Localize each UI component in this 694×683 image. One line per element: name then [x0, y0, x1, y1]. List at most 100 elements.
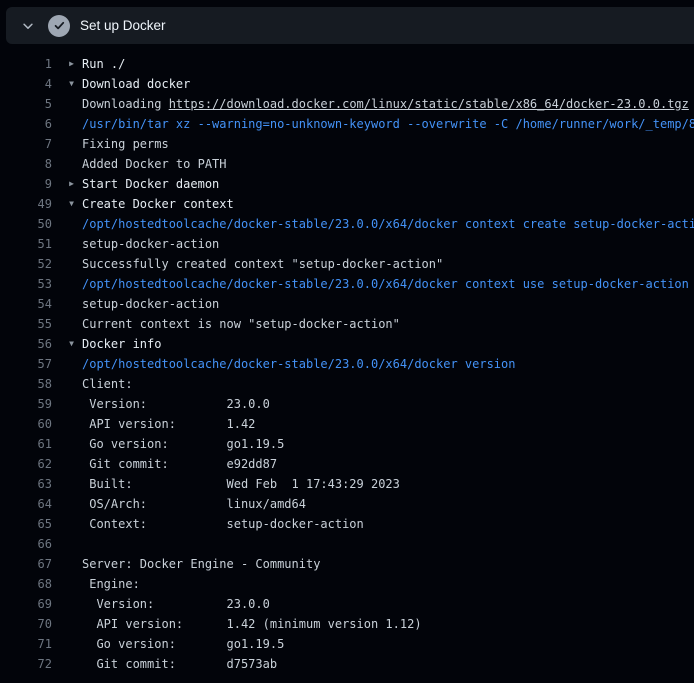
- log-line: 52 Successfully created context "setup-d…: [0, 254, 694, 274]
- group-toggle-icon: [52, 214, 82, 234]
- line-number[interactable]: 66: [0, 534, 52, 554]
- line-number[interactable]: 49: [0, 194, 52, 214]
- log-link[interactable]: https://download.docker.com/linux/static…: [169, 94, 689, 114]
- log-text: Go version: go1.19.5: [82, 434, 284, 454]
- group-toggle-icon[interactable]: ▶: [52, 174, 82, 194]
- log-text: Docker info: [82, 334, 161, 354]
- line-number[interactable]: 68: [0, 574, 52, 594]
- group-toggle-icon: [52, 574, 82, 594]
- group-toggle-icon: [52, 134, 82, 154]
- log-line: 8 Added Docker to PATH: [0, 154, 694, 174]
- line-number[interactable]: 55: [0, 314, 52, 334]
- log-text: setup-docker-action: [82, 234, 219, 254]
- group-toggle-icon: [52, 394, 82, 414]
- group-toggle-icon: [52, 514, 82, 534]
- log-text: API version: 1.42 (minimum version 1.12): [82, 614, 422, 634]
- log-line: 72 Git commit: d7573ab: [0, 654, 694, 674]
- line-number[interactable]: 63: [0, 474, 52, 494]
- line-number[interactable]: 70: [0, 614, 52, 634]
- line-number[interactable]: 61: [0, 434, 52, 454]
- group-toggle-icon: [52, 234, 82, 254]
- log-line[interactable]: 4 ▼ Download docker: [0, 74, 694, 94]
- group-toggle-icon: [52, 654, 82, 674]
- group-toggle-icon: [52, 614, 82, 634]
- log-line: 51 setup-docker-action: [0, 234, 694, 254]
- line-number[interactable]: 9: [0, 174, 52, 194]
- log-text: Run ./: [82, 54, 125, 74]
- group-toggle-icon[interactable]: ▼: [52, 194, 82, 214]
- group-toggle-icon[interactable]: ▼: [52, 74, 82, 94]
- group-toggle-icon: [52, 314, 82, 334]
- group-toggle-icon: [52, 494, 82, 514]
- line-number[interactable]: 53: [0, 274, 52, 294]
- log-line: 67 Server: Docker Engine - Community: [0, 554, 694, 574]
- log-line: 63 Built: Wed Feb 1 17:43:29 2023: [0, 474, 694, 494]
- line-number[interactable]: 64: [0, 494, 52, 514]
- log-text: /opt/hostedtoolcache/docker-stable/23.0.…: [82, 214, 694, 234]
- line-number[interactable]: 5: [0, 94, 52, 114]
- log-line: 61 Go version: go1.19.5: [0, 434, 694, 454]
- log-line[interactable]: 9 ▶ Start Docker daemon: [0, 174, 694, 194]
- log-line: 53 /opt/hostedtoolcache/docker-stable/23…: [0, 274, 694, 294]
- log-line: 57 /opt/hostedtoolcache/docker-stable/23…: [0, 354, 694, 374]
- group-toggle-icon: [52, 354, 82, 374]
- group-toggle-icon: [52, 454, 82, 474]
- line-number[interactable]: 56: [0, 334, 52, 354]
- group-toggle-icon[interactable]: ▶: [52, 54, 82, 74]
- log-text: /opt/hostedtoolcache/docker-stable/23.0.…: [82, 274, 689, 294]
- line-number[interactable]: 71: [0, 634, 52, 654]
- log-text: setup-docker-action: [82, 294, 219, 314]
- log-text: Built: Wed Feb 1 17:43:29 2023: [82, 474, 400, 494]
- line-number[interactable]: 50: [0, 214, 52, 234]
- log-line[interactable]: 1 ▶ Run ./: [0, 54, 694, 74]
- log-text: Downloading: [82, 94, 169, 114]
- line-number[interactable]: 52: [0, 254, 52, 274]
- line-number[interactable]: 72: [0, 654, 52, 674]
- log-line: 58 Client:: [0, 374, 694, 394]
- line-number[interactable]: 1: [0, 54, 52, 74]
- line-number[interactable]: 58: [0, 374, 52, 394]
- log-text: Fixing perms: [82, 134, 169, 154]
- group-toggle-icon: [52, 534, 82, 554]
- log-line: 5 Downloading https://download.docker.co…: [0, 94, 694, 114]
- log-line: 65 Context: setup-docker-action: [0, 514, 694, 534]
- line-number[interactable]: 51: [0, 234, 52, 254]
- check-circle-icon: [48, 15, 70, 37]
- log-line: 6 /usr/bin/tar xz --warning=no-unknown-k…: [0, 114, 694, 134]
- line-number[interactable]: 59: [0, 394, 52, 414]
- line-number[interactable]: 6: [0, 114, 52, 134]
- line-number[interactable]: 7: [0, 134, 52, 154]
- group-toggle-icon: [52, 434, 82, 454]
- log-text: OS/Arch: linux/amd64: [82, 494, 306, 514]
- line-number[interactable]: 65: [0, 514, 52, 534]
- group-toggle-icon: [52, 114, 82, 134]
- log-line[interactable]: 56 ▼ Docker info: [0, 334, 694, 354]
- group-toggle-icon: [52, 254, 82, 274]
- line-number[interactable]: 60: [0, 414, 52, 434]
- group-toggle-icon: [52, 474, 82, 494]
- line-number[interactable]: 54: [0, 294, 52, 314]
- line-number[interactable]: 8: [0, 154, 52, 174]
- step-header[interactable]: Set up Docker: [6, 7, 694, 44]
- group-toggle-icon: [52, 414, 82, 434]
- log-line[interactable]: 49 ▼ Create Docker context: [0, 194, 694, 214]
- log-line: 62 Git commit: e92dd87: [0, 454, 694, 474]
- line-number[interactable]: 69: [0, 594, 52, 614]
- log-line: 7 Fixing perms: [0, 134, 694, 154]
- log-line: 54 setup-docker-action: [0, 294, 694, 314]
- log-text: Successfully created context "setup-dock…: [82, 254, 443, 274]
- log-text: Create Docker context: [82, 194, 234, 214]
- group-toggle-icon: [52, 374, 82, 394]
- step-title: Set up Docker: [80, 18, 166, 33]
- log-text: Version: 23.0.0: [82, 594, 270, 614]
- chevron-down-icon[interactable]: [20, 18, 36, 34]
- line-number[interactable]: 67: [0, 554, 52, 574]
- log-line: 60 API version: 1.42: [0, 414, 694, 434]
- group-toggle-icon[interactable]: ▼: [52, 334, 82, 354]
- log-text: Context: setup-docker-action: [82, 514, 364, 534]
- line-number[interactable]: 62: [0, 454, 52, 474]
- log-line: 71 Go version: go1.19.5: [0, 634, 694, 654]
- line-number[interactable]: 57: [0, 354, 52, 374]
- line-number[interactable]: 4: [0, 74, 52, 94]
- log-text: Engine:: [82, 574, 140, 594]
